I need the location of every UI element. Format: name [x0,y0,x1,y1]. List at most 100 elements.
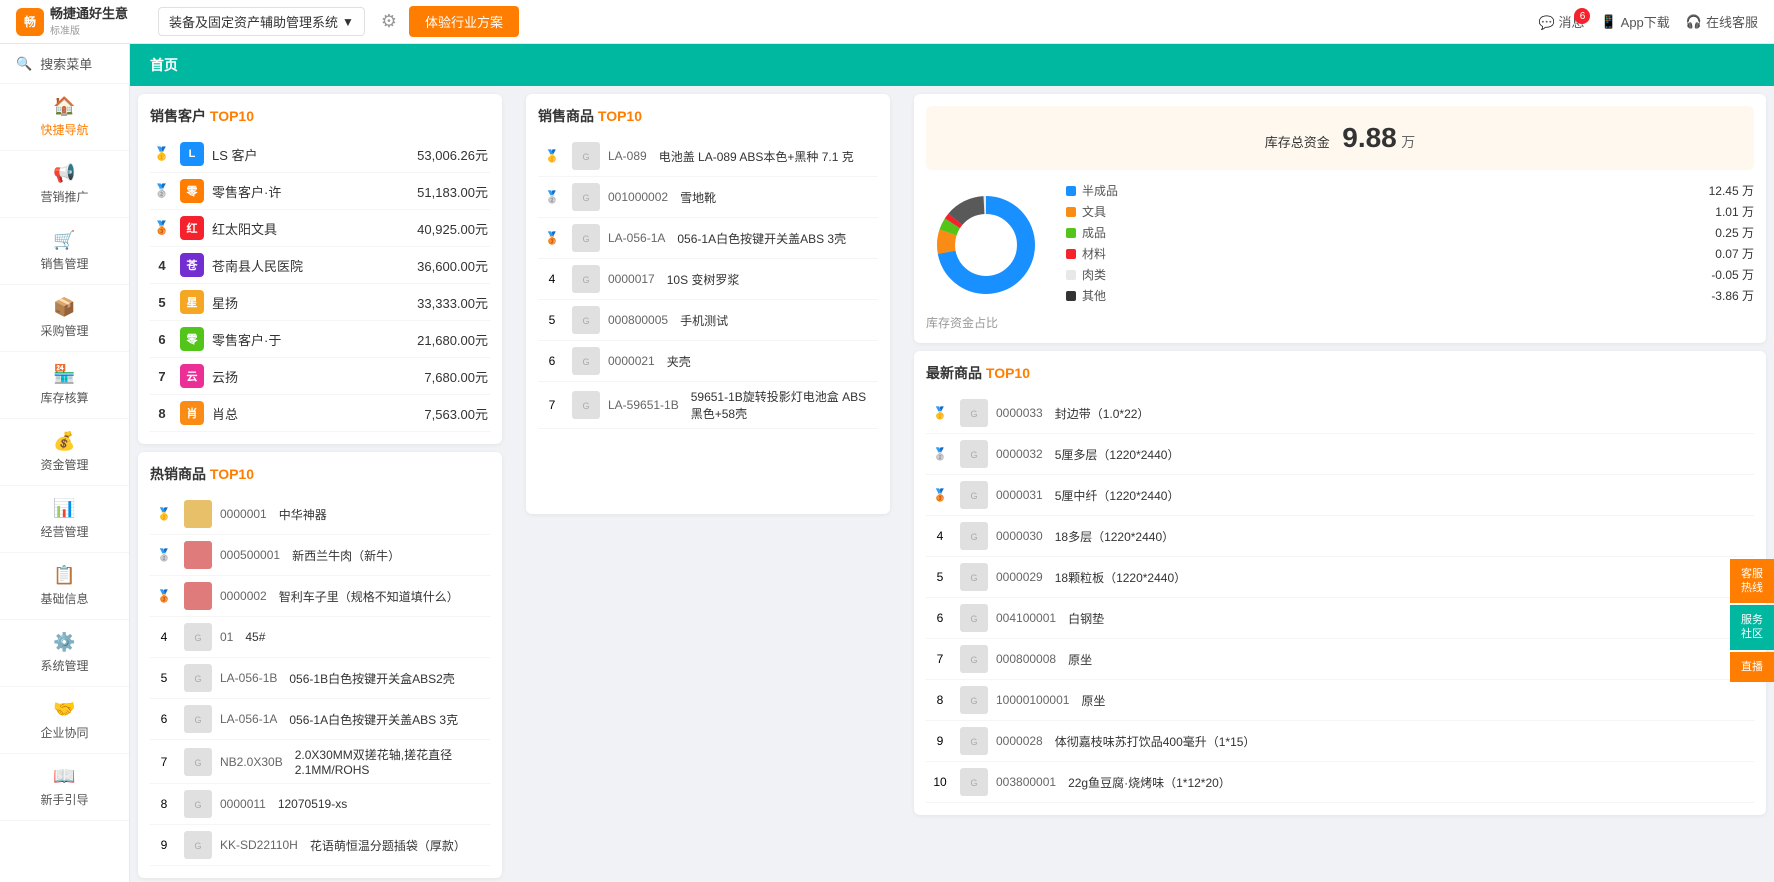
product-thumbnail: G [960,440,988,468]
product-thumbnail: G [572,142,600,170]
product-thumbnail: G [572,224,600,252]
sidebar-sales-label: 销售管理 [40,255,88,272]
legend-label: 成品 [1082,224,1709,241]
new-product-row: 7 G 000800008 原坐 [926,639,1754,680]
message-button[interactable]: 💬 消息 6 [1539,12,1585,31]
sales-product-panel: 销售商品 TOP10 🥇 G LA-089 电池盖 LA-089 ABS本色+黑… [526,94,890,514]
product-thumbnail: G [184,748,212,776]
customer-list: 🥇 L LS 客户 53,006.26元 🥈 零 零售客户·许 51,183.0… [150,136,490,432]
sidebar-sales-icon: 🛒 [53,230,75,251]
inventory-total-label: 库存总资金 [1265,135,1330,150]
live-button[interactable]: 直播 [1730,652,1774,682]
sales-product-row: 7 G LA-59651-1B 59651-1B旋转投影灯电池盒 ABS黑色+5… [538,382,878,429]
customer-rank-row: 6 零 零售客户·于 21,680.00元 [150,321,490,358]
hot-product-row: 6 G LA-056-1A 056-1A白色按键开关盖ABS 3克 [150,699,490,740]
product-name: 18多层（1220*2440） [1055,528,1752,545]
rank-number: 5 [152,295,172,310]
settings-icon[interactable]: ⚙ [381,11,397,32]
new-product-row: 🥈 G 0000032 5厘多层（1220*2440） [926,434,1754,475]
home-tab[interactable]: 首页 [150,55,178,75]
svg-text:G: G [970,614,977,624]
inventory-total-unit: 万 [1401,134,1415,150]
app-download-button[interactable]: 📱 App下载 [1600,12,1669,31]
rank-icon: 🥈 [540,190,564,204]
customer-rank-row: 5 星 星扬 33,333.00元 [150,284,490,321]
sidebar-item-purchase[interactable]: 📦采购管理 [0,285,129,352]
sidebar-basic-info-label: 基础信息 [40,590,88,607]
sidebar-item-marketing[interactable]: 📢营销推广 [0,151,129,218]
rank-icon: 6 [152,712,176,726]
sidebar-item-cooperation[interactable]: 🤝企业协同 [0,687,129,754]
community-button[interactable]: 服务社区 [1730,605,1774,650]
trial-button[interactable]: 体验行业方案 [409,6,519,37]
product-thumbnail: G [572,347,600,375]
sales-product-row: 🥉 G LA-056-1A 056-1A白色按键开关盖ABS 3壳 [538,218,878,259]
rank-number: 4 [152,258,172,273]
left-column: 销售客户 TOP10 🥇 L LS 客户 53,006.26元 🥈 零 零售客户… [130,86,510,882]
sidebar-item-system[interactable]: ⚙️系统管理 [0,620,129,687]
product-name: 新西兰牛肉（新牛） [292,547,488,564]
product-thumbnail: G [960,563,988,591]
sales-product-row: 🥈 G 001000002 雪地靴 [538,177,878,218]
product-name: 056-1A白色按键开关盖ABS 3壳 [677,230,876,247]
new-product-row: 🥇 G 0000033 封边带（1.0*22） [926,393,1754,434]
legend-color [1066,228,1076,238]
legend-item: 文具 1.01 万 [1066,203,1754,220]
hot-products-list: 🥇 0000001 中华神器 🥈 000500001 新西兰牛肉（新牛） 🥉 0… [150,494,490,866]
product-code: 0000032 [996,447,1043,461]
hot-product-row: 🥈 000500001 新西兰牛肉（新牛） [150,535,490,576]
sales-product-list: 🥇 G LA-089 电池盖 LA-089 ABS本色+黑种 7.1 克 🥈 G… [538,136,878,429]
customer-value: 7,563.00元 [424,404,488,423]
sidebar-item-finance[interactable]: 💰资金管理 [0,419,129,486]
sidebar-item-quick-nav[interactable]: 🏠快捷导航 [0,84,129,151]
product-name: 雪地靴 [680,189,876,206]
rank-icon: 6 [540,354,564,368]
sidebar: 🔍 搜索菜单 🏠快捷导航📢营销推广 🛒 销售管理 📦采购管理🏪库存核算💰资金管理📊经营… [0,44,130,882]
legend-color [1066,291,1076,301]
message-badge: 6 [1574,8,1590,24]
system-select[interactable]: 装备及固定资产辅助管理系统 ▼ [158,7,365,36]
product-thumbnail: G [184,705,212,733]
sidebar-item-inventory[interactable]: 🏪库存核算 [0,352,129,419]
legend-value: 0.25 万 [1715,224,1754,241]
svg-text:G: G [194,633,201,643]
inventory-panel: 库存总资金 9.88 万 [914,94,1766,343]
content-area: 首页 销售客户 TOP10 🥇 L LS 客户 53,006.26元 🥈 零 零… [130,44,1774,882]
sidebar-item-sales[interactable]: 🛒 销售管理 [0,218,129,285]
product-thumbnail: G [572,306,600,334]
product-thumbnail: G [960,481,988,509]
rank-number: 8 [152,406,172,421]
sidebar-marketing-icon: 📢 [53,163,75,184]
customer-service-button[interactable]: 客服热线 [1730,559,1774,604]
topbar: 畅 畅捷通好生意 标准版 装备及固定资产辅助管理系统 ▼ ⚙ 体验行业方案 💬 … [0,0,1774,44]
legend-item: 肉类 -0.05 万 [1066,266,1754,283]
rank-icon: 5 [540,313,564,327]
customer-value: 40,925.00元 [417,219,488,238]
product-code: LA-056-1A [220,712,277,726]
message-icon: 💬 [1539,15,1555,30]
product-thumbnail: G [960,604,988,632]
product-name: 白钢垫 [1068,610,1752,627]
search-menu[interactable]: 🔍 搜索菜单 [0,44,129,84]
new-products-panel: 最新商品 TOP10 🥇 G 0000033 封边带（1.0*22） 🥈 G 0… [914,351,1766,815]
rank-icon: 8 [928,693,952,707]
svg-text:G: G [582,401,589,411]
svg-text:G: G [194,841,201,851]
hot-product-row: 8 G 0000011 12070519-xs [150,784,490,825]
new-products-title: 最新商品 TOP10 [926,363,1754,383]
new-product-row: 8 G 10000100001 原坐 [926,680,1754,721]
new-product-row: 10 G 003800001 22g鱼豆腐·烧烤味（1*12*20） [926,762,1754,803]
product-thumbnail: G [184,664,212,692]
sidebar-item-operations[interactable]: 📊经营管理 [0,486,129,553]
online-service-button[interactable]: 🎧 在线客服 [1686,12,1758,31]
product-name: 59651-1B旋转投影灯电池盒 ABS黑色+58壳 [691,388,876,422]
sales-product-row: 4 G 0000017 10S 变树罗浆 [538,259,878,300]
rank-icon: 🥈 [928,447,952,461]
product-code: 000800005 [608,313,668,327]
sidebar-item-basic-info[interactable]: 📋基础信息 [0,553,129,620]
rank-icon: 🥉 [928,488,952,502]
svg-text:G: G [194,674,201,684]
sidebar-item-guide[interactable]: 📖新手引导 [0,754,129,821]
product-code: 01 [220,630,233,644]
legend-value: -0.05 万 [1711,266,1754,283]
